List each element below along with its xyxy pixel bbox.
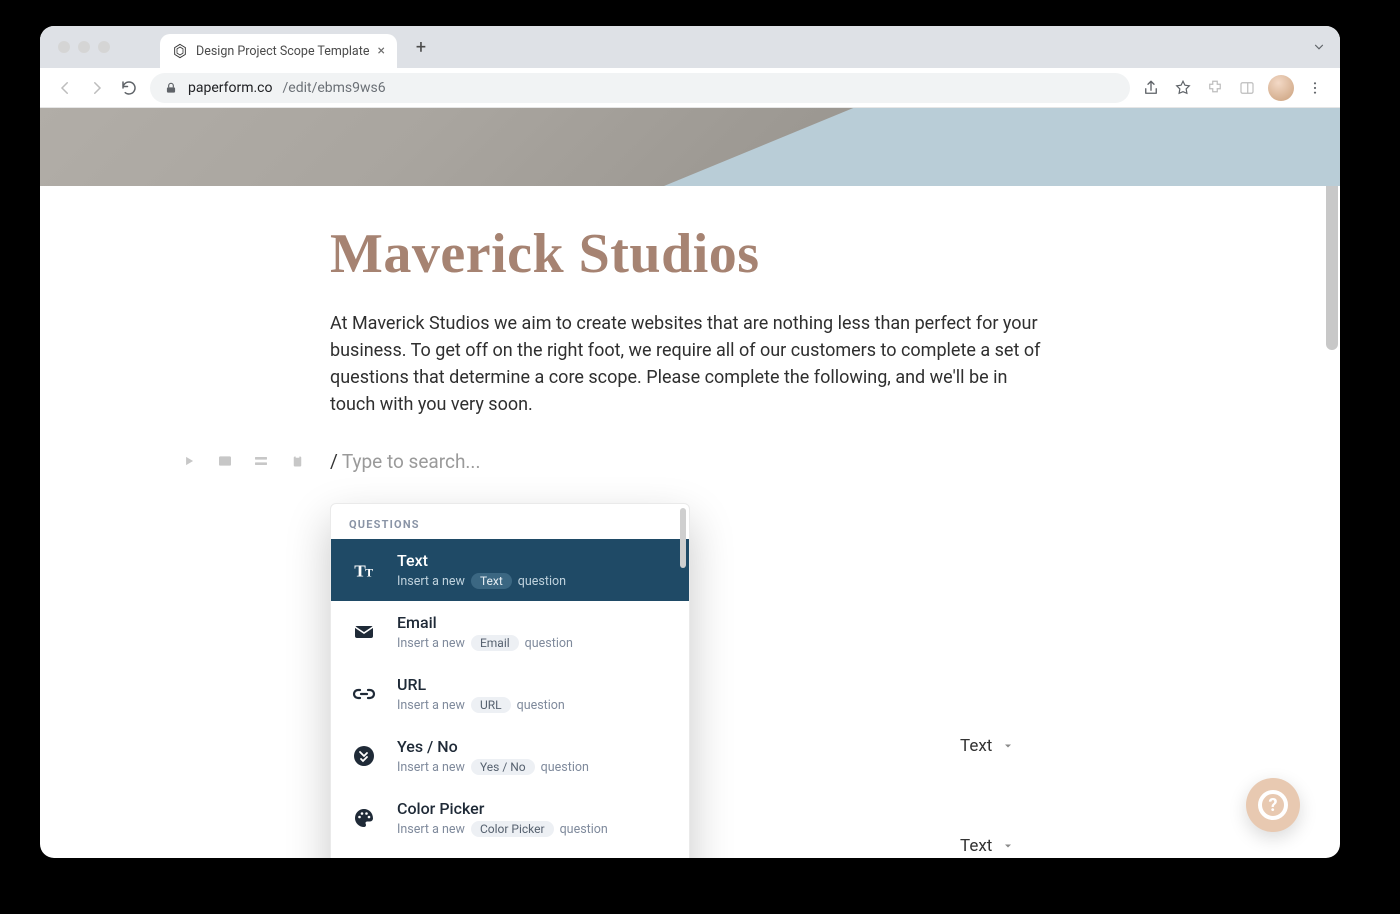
palette-icon [349,806,379,830]
sidepanel-icon[interactable] [1236,77,1258,99]
play-icon[interactable] [180,452,198,470]
traffic-minimize[interactable] [78,41,90,53]
field-type-select[interactable]: Text [960,836,1014,856]
question-type-title: Email [397,613,573,632]
tab-title: Design Project Scope Template [196,44,369,59]
browser-tab[interactable]: Design Project Scope Template × [160,34,397,68]
hero-image [40,108,1340,186]
divider-icon[interactable] [252,452,270,470]
slash-input[interactable]: / Type to search... [330,450,480,473]
slash-command-row: / Type to search... [330,450,1050,473]
bookmark-star-icon[interactable] [1172,77,1194,99]
url-path: /edit/ebms9ws6 [283,80,386,96]
question-type-subtitle: Insert a newEmailquestion [397,635,573,651]
tab-bar: Design Project Scope Template × + [40,26,1340,68]
new-tab-button[interactable]: + [407,33,435,61]
field-type-label: Text [960,736,992,756]
field-type-label: Text [960,836,992,856]
url-field[interactable]: paperform.co/edit/ebms9ws6 [150,73,1130,103]
traffic-zoom[interactable] [98,41,110,53]
chevron-down-icon [1002,840,1014,852]
question-type-number[interactable]: Number [331,849,689,858]
share-icon[interactable] [1140,77,1162,99]
question-type-subtitle: Insert a newURLquestion [397,697,565,713]
question-type-title: Color Picker [397,799,608,818]
image-icon[interactable] [216,452,234,470]
back-button[interactable] [54,77,76,99]
question-type-subtitle: Insert a newColor Pickerquestion [397,821,608,837]
favicon-icon [172,43,188,59]
url-host: paperform.co [188,80,273,96]
link-icon [349,682,379,706]
slash-prefix: / [330,450,338,473]
close-tab-icon[interactable]: × [377,43,384,59]
question-type-color-picker[interactable]: Color Picker Insert a newColor Pickerques… [331,787,689,849]
block-toolbar [180,452,306,470]
question-type-yes-no[interactable]: Yes / No Insert a newYes / Noquestion [331,725,689,787]
slash-dropdown: QUESTIONS TT Text Insert a newTextquestion… [330,503,690,858]
reload-button[interactable] [118,77,140,99]
page-viewport: Maverick Studios At Maverick Studios we … [40,108,1340,858]
window-controls [58,41,110,53]
dropdown-section-label: QUESTIONS [331,504,689,539]
question-icon: ? [1258,790,1288,820]
svg-text:T: T [365,566,373,580]
chevron-down-icon [1002,740,1014,752]
kebab-menu-icon[interactable] [1304,77,1326,99]
question-type-email[interactable]: Email Insert a newEmailquestion [331,601,689,663]
dropdown-scrollbar[interactable] [680,508,686,568]
lock-icon [164,81,178,95]
clipboard-icon[interactable] [288,452,306,470]
question-type-subtitle: Insert a newTextquestion [397,573,566,589]
text-icon: TT [349,557,379,583]
profile-avatar[interactable] [1268,75,1294,101]
extensions-icon[interactable] [1204,77,1226,99]
slash-placeholder: Type to search... [342,450,481,473]
intro-paragraph[interactable]: At Maverick Studios we aim to create web… [330,310,1050,418]
yesno-icon [349,744,379,768]
tabs-menu-icon[interactable] [1312,40,1326,54]
address-bar: paperform.co/edit/ebms9ws6 [40,68,1340,108]
question-type-text[interactable]: TT Text Insert a newTextquestion [331,539,689,601]
field-type-select[interactable]: Text [960,736,1014,756]
browser-window: Design Project Scope Template × + paperf… [40,26,1340,858]
forward-button[interactable] [86,77,108,99]
question-type-title: Yes / No [397,737,589,756]
mail-icon [349,620,379,644]
question-type-title: Text [397,551,566,570]
help-button[interactable]: ? [1246,778,1300,832]
question-type-title: URL [397,675,565,694]
question-type-url[interactable]: URL Insert a newURLquestion [331,663,689,725]
traffic-close[interactable] [58,41,70,53]
question-type-subtitle: Insert a newYes / Noquestion [397,759,589,775]
page-title[interactable]: Maverick Studios [330,222,1050,286]
